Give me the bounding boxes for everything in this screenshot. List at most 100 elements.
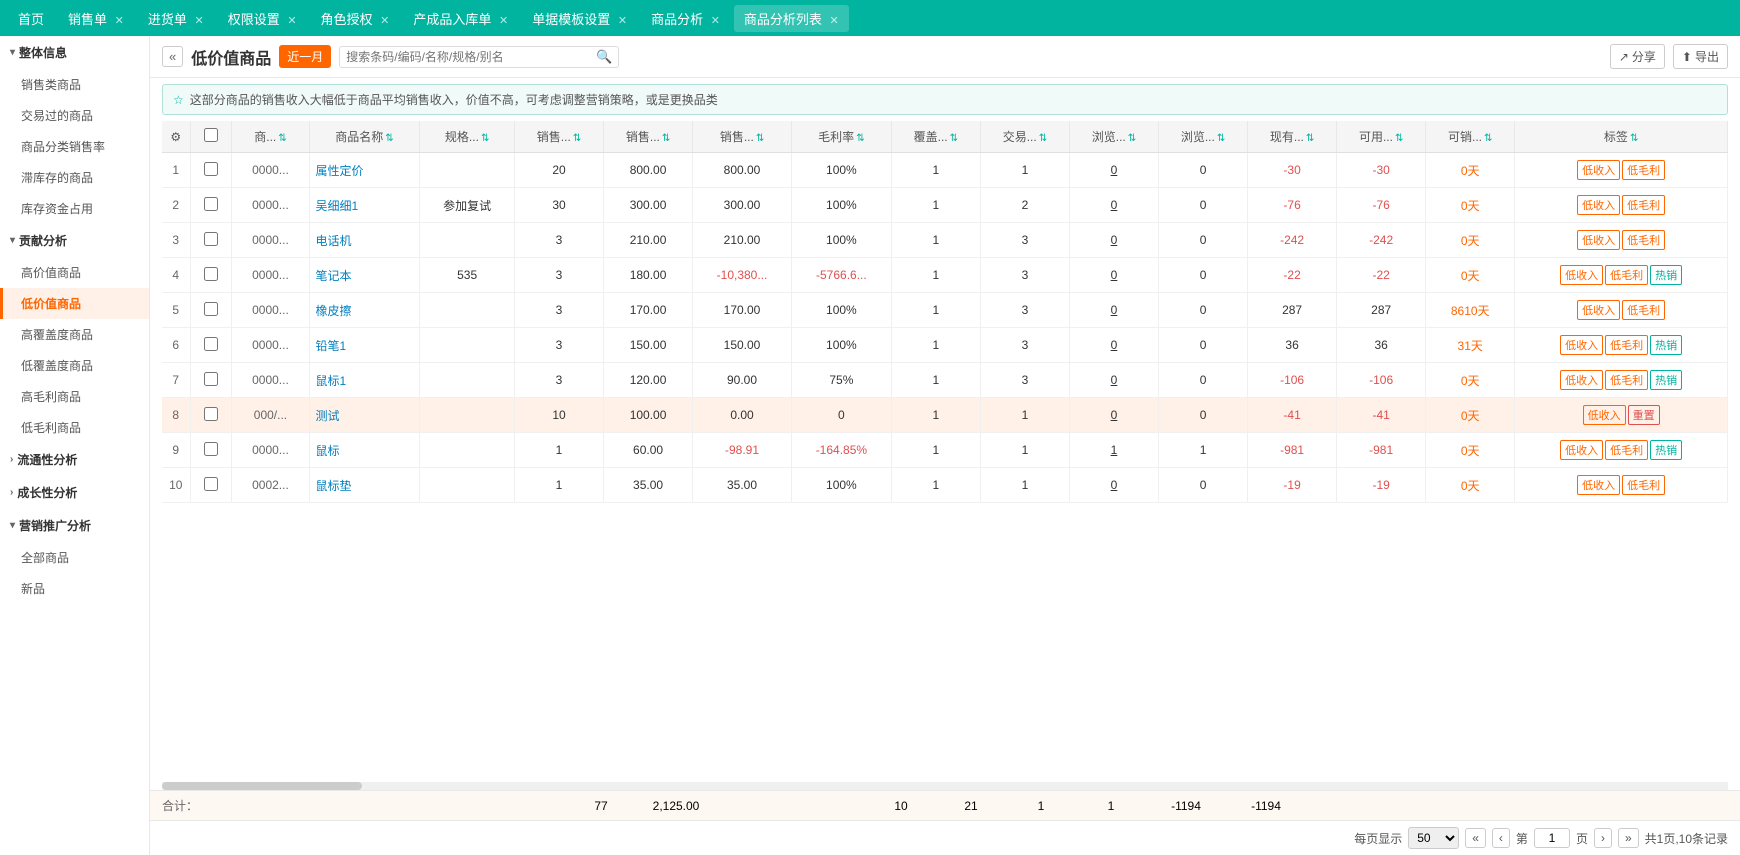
sidebar-item-high-margin[interactable]: 高毛利商品 xyxy=(0,381,149,412)
row-name[interactable]: 测试 xyxy=(309,398,420,433)
close-goods-analysis-icon[interactable]: ✕ xyxy=(711,15,720,27)
row-name[interactable]: 笔记本 xyxy=(309,258,420,293)
row-name[interactable]: 吴细细1 xyxy=(309,188,420,223)
row-checkbox[interactable] xyxy=(204,442,218,456)
nav-template-settings[interactable]: 单据模板设置 ✕ xyxy=(522,5,637,32)
sort-available-icon[interactable]: ⇅ xyxy=(1395,133,1403,144)
view1-link[interactable]: 0 xyxy=(1111,408,1118,422)
col-setting[interactable]: ⚙ xyxy=(162,121,190,153)
row-view1[interactable]: 0 xyxy=(1069,188,1158,223)
sort-current-icon[interactable]: ⇅ xyxy=(1306,133,1314,144)
nav-role-auth[interactable]: 角色授权 ✕ xyxy=(311,5,400,32)
col-sellable[interactable]: 可销...⇅ xyxy=(1426,121,1515,153)
sort-transaction-icon[interactable]: ⇅ xyxy=(1039,133,1047,144)
table-wrapper[interactable]: ⚙ 商...⇅ 商品名称⇅ 规格...⇅ 销售...⇅ 销售...⇅ 销售...… xyxy=(150,121,1740,782)
nav-permission[interactable]: 权限设置 ✕ xyxy=(218,5,307,32)
nav-product-stock[interactable]: 产成品入库单 ✕ xyxy=(403,5,518,32)
date-filter-button[interactable]: 近一月 xyxy=(279,45,331,68)
col-view1[interactable]: 浏览...⇅ xyxy=(1069,121,1158,153)
row-checkbox[interactable] xyxy=(204,337,218,351)
search-input[interactable] xyxy=(346,50,596,64)
nav-purchase-order[interactable]: 进货单 ✕ xyxy=(138,5,214,32)
sort-coverage-icon[interactable]: ⇅ xyxy=(950,133,958,144)
view1-link[interactable]: 0 xyxy=(1111,233,1118,247)
last-page-button[interactable]: » xyxy=(1618,828,1639,848)
collapse-sidebar-button[interactable]: « xyxy=(162,46,183,67)
row-view1[interactable]: 0 xyxy=(1069,223,1158,258)
nav-sales-order[interactable]: 销售单 ✕ xyxy=(58,5,134,32)
row-checkbox[interactable] xyxy=(204,407,218,421)
row-name[interactable]: 橡皮擦 xyxy=(309,293,420,328)
nav-goods-analysis[interactable]: 商品分析 ✕ xyxy=(641,5,730,32)
sidebar-item-high-value[interactable]: 高价值商品 xyxy=(0,257,149,288)
sort-sellable-icon[interactable]: ⇅ xyxy=(1484,133,1492,144)
view1-link[interactable]: 0 xyxy=(1111,268,1118,282)
first-page-button[interactable]: « xyxy=(1465,828,1486,848)
row-checkbox[interactable] xyxy=(204,267,218,281)
col-sale-qty[interactable]: 销售...⇅ xyxy=(514,121,603,153)
row-view1[interactable]: 0 xyxy=(1069,293,1158,328)
next-page-button[interactable]: › xyxy=(1594,828,1612,848)
horizontal-scrollbar[interactable] xyxy=(162,782,1728,790)
sidebar-group-contribution[interactable]: ▾ 贡献分析 xyxy=(0,224,149,257)
close-purchase-order-icon[interactable]: ✕ xyxy=(194,15,203,27)
close-goods-list-icon[interactable]: ✕ xyxy=(830,15,839,27)
row-name[interactable]: 鼠标1 xyxy=(309,363,420,398)
col-coverage[interactable]: 覆盖...⇅ xyxy=(891,121,980,153)
row-checkbox[interactable] xyxy=(204,477,218,491)
sidebar-item-high-coverage[interactable]: 高覆盖度商品 xyxy=(0,319,149,350)
row-view1[interactable]: 0 xyxy=(1069,363,1158,398)
close-role-auth-icon[interactable]: ✕ xyxy=(380,15,389,27)
row-view1[interactable]: 0 xyxy=(1069,153,1158,188)
search-icon[interactable]: 🔍 xyxy=(596,49,612,65)
sort-tags-icon[interactable]: ⇅ xyxy=(1630,133,1638,144)
row-view1[interactable]: 0 xyxy=(1069,398,1158,433)
col-transaction[interactable]: 交易...⇅ xyxy=(980,121,1069,153)
close-template-icon[interactable]: ✕ xyxy=(618,15,627,27)
view1-link[interactable]: 0 xyxy=(1111,338,1118,352)
sidebar-item-low-margin[interactable]: 低毛利商品 xyxy=(0,412,149,443)
sort-amount-icon[interactable]: ⇅ xyxy=(756,133,764,144)
current-page-input[interactable] xyxy=(1534,828,1570,848)
close-product-stock-icon[interactable]: ✕ xyxy=(499,15,508,27)
col-sale-amount[interactable]: 销售...⇅ xyxy=(693,121,792,153)
view1-link[interactable]: 1 xyxy=(1111,443,1118,457)
close-sales-order-icon[interactable]: ✕ xyxy=(115,15,124,27)
sort-spec-icon[interactable]: ⇅ xyxy=(481,133,489,144)
row-view1[interactable]: 0 xyxy=(1069,258,1158,293)
prev-page-button[interactable]: ‹ xyxy=(1492,828,1510,848)
row-checkbox[interactable] xyxy=(204,162,218,176)
row-view1[interactable]: 0 xyxy=(1069,468,1158,503)
nav-home[interactable]: 首页 xyxy=(8,5,54,32)
row-name[interactable]: 铅笔1 xyxy=(309,328,420,363)
col-available-stock[interactable]: 可用...⇅ xyxy=(1337,121,1426,153)
view1-link[interactable]: 0 xyxy=(1111,163,1118,177)
sort-qty-icon[interactable]: ⇅ xyxy=(573,133,581,144)
row-name[interactable]: 鼠标垫 xyxy=(309,468,420,503)
view1-link[interactable]: 0 xyxy=(1111,198,1118,212)
row-view1[interactable]: 1 xyxy=(1069,433,1158,468)
sidebar-item-stock-capital[interactable]: 库存资金占用 xyxy=(0,193,149,224)
sidebar-group-liquidity[interactable]: › 流通性分析 xyxy=(0,443,149,476)
sidebar-item-low-value[interactable]: 低价值商品 xyxy=(0,288,149,319)
row-view1[interactable]: 0 xyxy=(1069,328,1158,363)
sidebar-item-all-goods[interactable]: 全部商品 xyxy=(0,542,149,573)
sort-name-icon[interactable]: ⇅ xyxy=(385,133,393,144)
col-current-stock[interactable]: 现有...⇅ xyxy=(1248,121,1337,153)
sort-view1-icon[interactable]: ⇅ xyxy=(1128,133,1136,144)
share-button[interactable]: ↗ 分享 xyxy=(1610,44,1665,69)
col-view2[interactable]: 浏览...⇅ xyxy=(1159,121,1248,153)
sidebar-group-overall[interactable]: ▾ 整体信息 xyxy=(0,36,149,69)
close-permission-icon[interactable]: ✕ xyxy=(287,15,296,27)
sidebar-item-stagnant-goods[interactable]: 滞库存的商品 xyxy=(0,162,149,193)
view1-link[interactable]: 0 xyxy=(1111,478,1118,492)
sidebar-item-sales-goods[interactable]: 销售类商品 xyxy=(0,69,149,100)
sort-code-icon[interactable]: ⇅ xyxy=(278,133,286,144)
sidebar-item-new-goods[interactable]: 新品 xyxy=(0,573,149,604)
sidebar-group-marketing[interactable]: ▾ 营销推广分析 xyxy=(0,509,149,542)
col-name[interactable]: 商品名称⇅ xyxy=(309,121,420,153)
settings-icon[interactable]: ⚙ xyxy=(170,130,181,144)
col-sale-price[interactable]: 销售...⇅ xyxy=(604,121,693,153)
view1-link[interactable]: 0 xyxy=(1111,303,1118,317)
row-name[interactable]: 鼠标 xyxy=(309,433,420,468)
